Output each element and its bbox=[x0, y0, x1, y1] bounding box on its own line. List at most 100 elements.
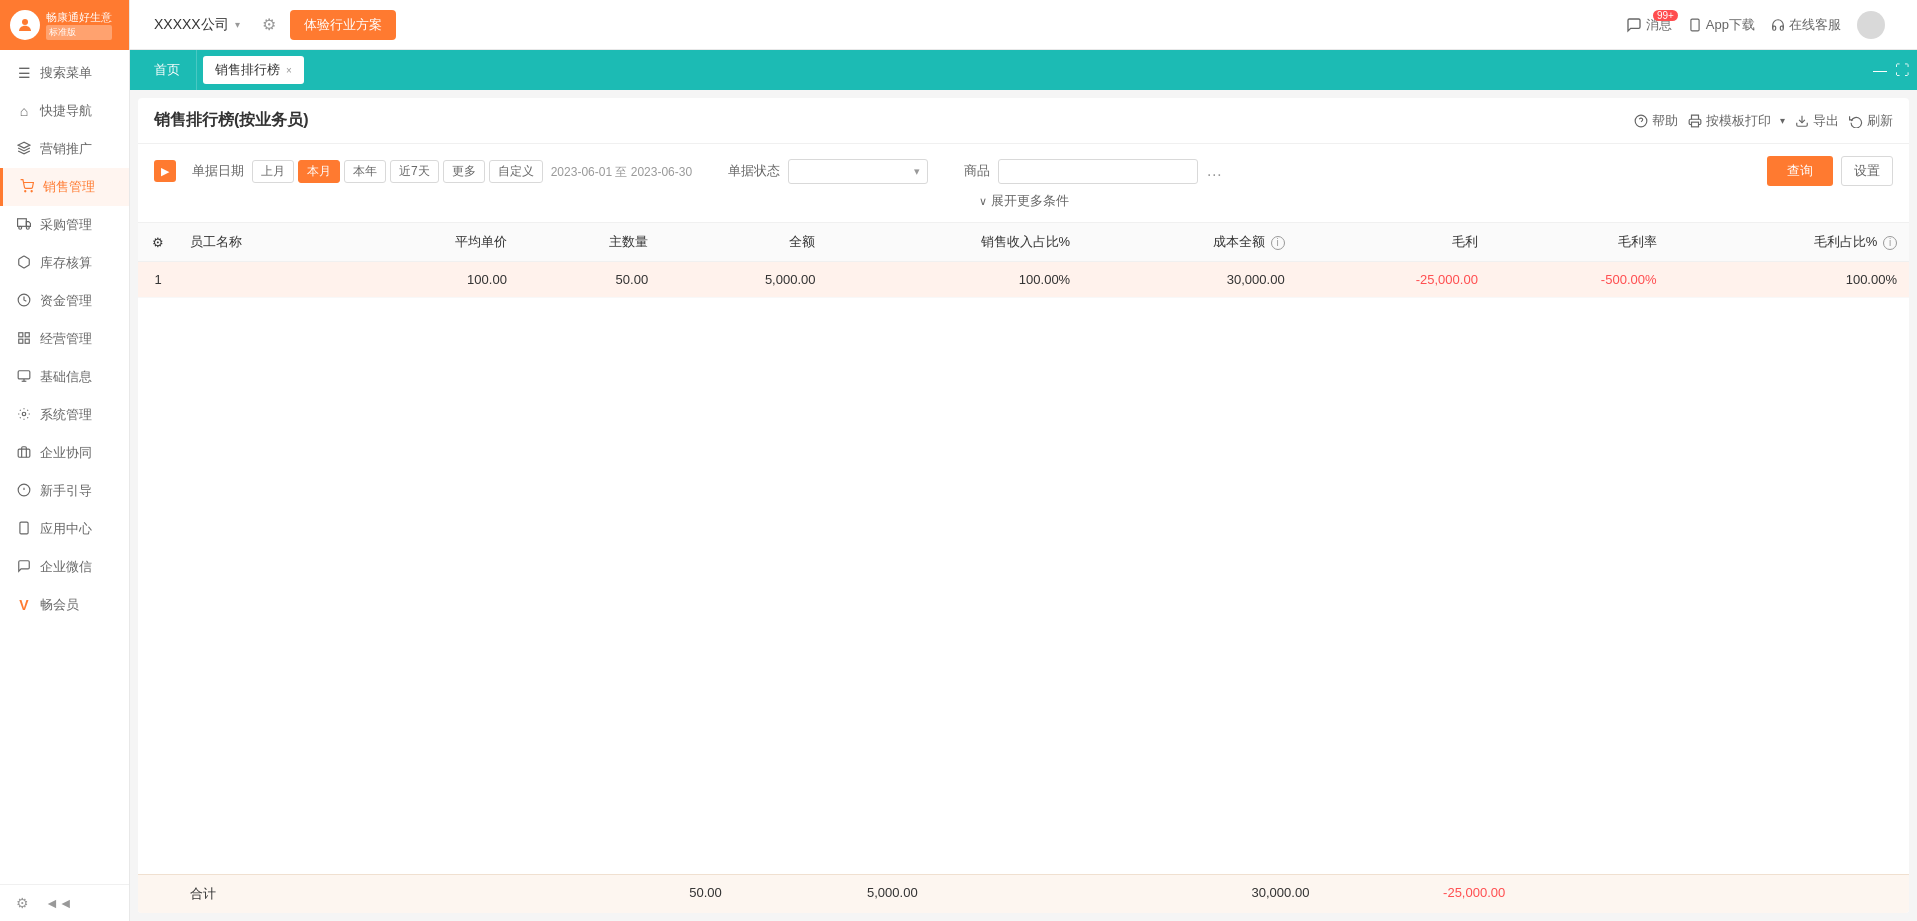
row-qty: 50.00 bbox=[519, 262, 660, 298]
sidebar-item-app[interactable]: 应用中心 bbox=[0, 510, 129, 548]
cart-icon bbox=[19, 179, 35, 196]
sidebar-item-sales[interactable]: 销售管理 bbox=[0, 168, 129, 206]
message-btn[interactable]: 消息 99+ bbox=[1626, 16, 1672, 34]
refresh-label: 刷新 bbox=[1867, 112, 1893, 130]
tab-home[interactable]: 首页 bbox=[138, 50, 197, 90]
sidebar-item-inventory[interactable]: 库存核算 bbox=[0, 244, 129, 282]
data-table: ⚙ 员工名称 平均单价 主数量 全额 销售收入占比% 成本全额 i 毛利 bbox=[138, 223, 1909, 298]
sidebar-item-operations[interactable]: 经营管理 bbox=[0, 320, 129, 358]
filter-collapse-icon[interactable]: ▶ bbox=[154, 160, 176, 182]
svg-point-1 bbox=[25, 190, 26, 191]
company-settings-icon[interactable]: ⚙ bbox=[262, 15, 276, 34]
service-label: 在线客服 bbox=[1789, 16, 1841, 34]
sidebar-item-quick-nav[interactable]: ⌂ 快捷导航 bbox=[0, 92, 129, 130]
export-label: 导出 bbox=[1813, 112, 1839, 130]
date-btn-last-month[interactable]: 上月 bbox=[252, 160, 294, 183]
row-name bbox=[178, 262, 348, 298]
col-profit: 毛利 bbox=[1297, 223, 1490, 262]
tab-minimize-icon[interactable]: — bbox=[1873, 62, 1887, 78]
table-body: 1 100.00 50.00 5,000.00 100.00% 30,000.0… bbox=[138, 262, 1909, 298]
trial-button[interactable]: 体验行业方案 bbox=[290, 10, 396, 40]
status-select[interactable] bbox=[788, 159, 928, 184]
cost-info-icon[interactable]: i bbox=[1271, 236, 1285, 250]
sidebar-collapse-icon[interactable]: ◄◄ bbox=[45, 895, 73, 911]
inventory-icon bbox=[16, 255, 32, 272]
sidebar-item-basic[interactable]: 基础信息 bbox=[0, 358, 129, 396]
col-avg-price: 平均单价 bbox=[348, 223, 518, 262]
sidebar-item-search-order[interactable]: ☰ 搜索菜单 bbox=[0, 54, 129, 92]
sidebar-item-label: 基础信息 bbox=[40, 368, 92, 386]
page-actions: 帮助 按模板打印 ▾ 导出 刷新 bbox=[1634, 112, 1893, 130]
sidebar-item-marketing[interactable]: 营销推广 bbox=[0, 130, 129, 168]
export-button[interactable]: 导出 bbox=[1795, 112, 1839, 130]
sidebar-item-label: 搜索菜单 bbox=[40, 64, 92, 82]
app-download-btn[interactable]: App下载 bbox=[1688, 16, 1755, 34]
settings-button[interactable]: 设置 bbox=[1841, 156, 1893, 186]
expand-more-btn[interactable]: ∨ 展开更多条件 bbox=[154, 186, 1893, 210]
tab-maximize-icon[interactable]: ⛶ bbox=[1895, 62, 1909, 78]
service-btn[interactable]: 在线客服 bbox=[1771, 16, 1841, 34]
cost-label: 成本全额 bbox=[1213, 234, 1265, 249]
expand-label: 展开更多条件 bbox=[991, 192, 1069, 210]
col-profit-rate: 毛利率 bbox=[1490, 223, 1669, 262]
app-label: App下载 bbox=[1706, 16, 1755, 34]
goods-more-icon[interactable]: … bbox=[1206, 162, 1222, 180]
sidebar-item-label: 经营管理 bbox=[40, 330, 92, 348]
svg-rect-12 bbox=[18, 370, 30, 378]
refresh-button[interactable]: 刷新 bbox=[1849, 112, 1893, 130]
sidebar-item-guide[interactable]: 新手引导 bbox=[0, 472, 129, 510]
sidebar-bottom: ⚙ ◄◄ bbox=[0, 884, 129, 921]
tab-label: 销售排行榜 bbox=[215, 61, 280, 79]
company-selector[interactable]: XXXXX公司 ▾ bbox=[146, 12, 248, 38]
tab-sales-ranking[interactable]: 销售排行榜 × bbox=[203, 56, 304, 84]
sidebar-settings-icon[interactable]: ⚙ bbox=[16, 895, 29, 911]
logo-text: 畅康通好生意 标准版 bbox=[46, 10, 112, 39]
footer-label-cell: 合计 bbox=[150, 885, 330, 903]
goods-input[interactable] bbox=[998, 159, 1198, 184]
user-avatar[interactable] bbox=[1857, 11, 1885, 39]
sidebar-item-system[interactable]: 系统管理 bbox=[0, 396, 129, 434]
sidebar-item-wechat[interactable]: 企业微信 bbox=[0, 548, 129, 586]
date-btn-7days[interactable]: 近7天 bbox=[390, 160, 439, 183]
tab-close-icon[interactable]: × bbox=[286, 65, 292, 76]
sidebar-nav: ☰ 搜索菜单 ⌂ 快捷导航 营销推广 销售管理 采购管理 bbox=[0, 50, 129, 884]
sidebar-item-member[interactable]: V 畅会员 bbox=[0, 586, 129, 624]
svg-rect-9 bbox=[25, 332, 29, 336]
marketing-icon bbox=[16, 141, 32, 158]
operations-icon bbox=[16, 331, 32, 348]
app-icon bbox=[16, 521, 32, 538]
col-settings[interactable]: ⚙ bbox=[138, 223, 178, 262]
svg-rect-11 bbox=[19, 339, 23, 343]
row-profit: -25,000.00 bbox=[1297, 262, 1490, 298]
date-btn-more[interactable]: 更多 bbox=[443, 160, 485, 183]
help-button[interactable]: 帮助 bbox=[1634, 112, 1678, 130]
guide-icon bbox=[16, 483, 32, 500]
purchase-icon bbox=[16, 217, 32, 234]
expand-chevron-icon: ∨ bbox=[979, 195, 987, 208]
date-btn-this-month[interactable]: 本月 bbox=[298, 160, 340, 183]
table-footer: 合计 50.00 5,000.00 30,000.00 -25,000.00 bbox=[138, 874, 1909, 913]
sidebar-item-label: 畅会员 bbox=[40, 596, 79, 614]
status-label: 单据状态 bbox=[728, 162, 780, 180]
sidebar-item-label: 应用中心 bbox=[40, 520, 92, 538]
print-button[interactable]: 按模板打印 ▾ bbox=[1688, 112, 1785, 130]
profit-pct-info-icon[interactable]: i bbox=[1883, 236, 1897, 250]
data-table-area: ⚙ 员工名称 平均单价 主数量 全额 销售收入占比% 成本全额 i 毛利 bbox=[138, 223, 1909, 874]
svg-rect-3 bbox=[18, 218, 27, 226]
sidebar-item-purchase[interactable]: 采购管理 bbox=[0, 206, 129, 244]
date-btn-custom[interactable]: 自定义 bbox=[489, 160, 543, 183]
footer-profit-rate bbox=[1505, 885, 1701, 903]
svg-point-6 bbox=[26, 226, 29, 229]
sidebar-item-label: 企业微信 bbox=[40, 558, 92, 576]
sidebar-item-label: 快捷导航 bbox=[40, 102, 92, 120]
message-badge: 99+ bbox=[1653, 10, 1678, 21]
footer-profit: -25,000.00 bbox=[1309, 885, 1505, 903]
footer-cost: 30,000.00 bbox=[1114, 885, 1310, 903]
col-cost: 成本全额 i bbox=[1082, 223, 1296, 262]
sidebar-item-enterprise[interactable]: 企业协同 bbox=[0, 434, 129, 472]
page-inner: 销售排行榜(按业务员) 帮助 按模板打印 ▾ 导出 bbox=[138, 98, 1909, 913]
row-profit-pct: 100.00% bbox=[1669, 262, 1909, 298]
query-button[interactable]: 查询 bbox=[1767, 156, 1833, 186]
sidebar-item-finance[interactable]: 资金管理 bbox=[0, 282, 129, 320]
date-btn-this-year[interactable]: 本年 bbox=[344, 160, 386, 183]
